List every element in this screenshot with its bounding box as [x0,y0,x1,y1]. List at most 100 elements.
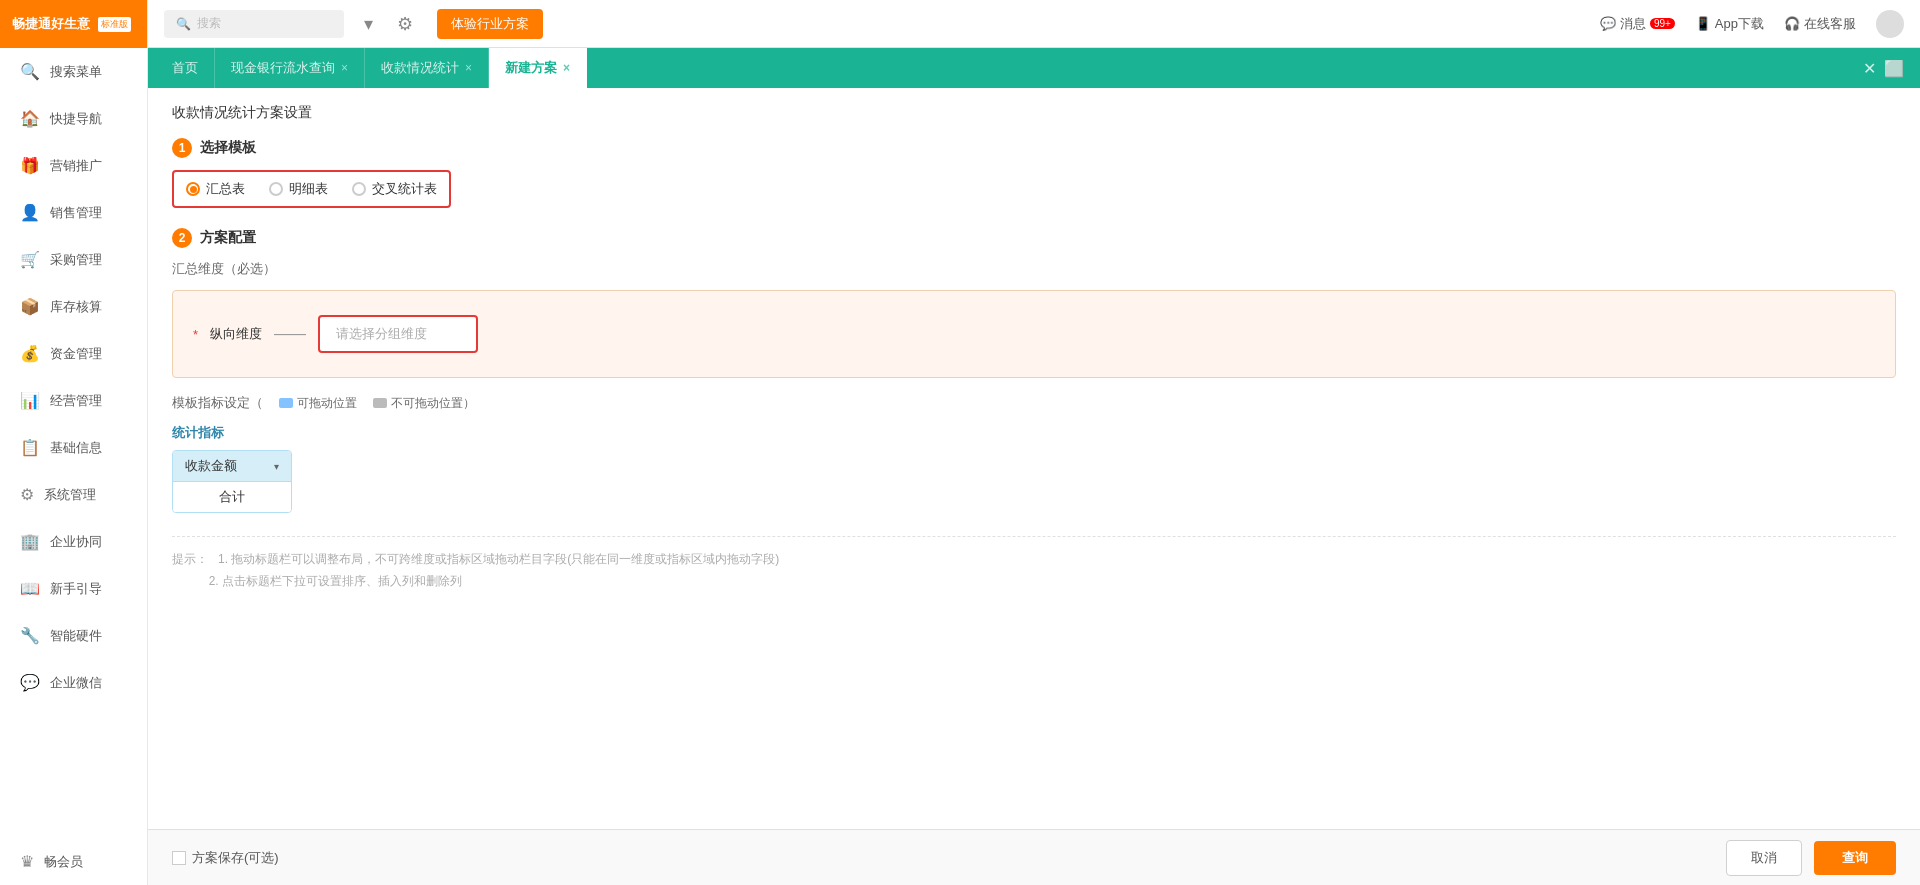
service-label: 在线客服 [1804,15,1856,33]
draggable-badge: 可拖动位置 [279,395,357,412]
dimension-selector[interactable]: 请选择分组维度 [318,315,478,353]
chevron-down-icon[interactable]: ▾ [274,461,279,472]
building-icon: 🏢 [20,532,40,551]
tab-home[interactable]: 首页 [156,48,215,88]
dimension-placeholder: 请选择分组维度 [336,326,427,341]
bottom-bar: 方案保存(可选) 取消 查询 [148,829,1920,885]
crown-icon: ♛ [20,852,34,871]
sidebar-item-label: 营销推广 [50,157,102,175]
cancel-button[interactable]: 取消 [1726,840,1802,876]
download-button[interactable]: 📱 App下载 [1695,15,1764,33]
settings-icon[interactable]: ⚙ [393,9,417,39]
sidebar-item-label: 新手引导 [50,580,102,598]
gear-icon: ⚙ [20,485,34,504]
download-label: App下载 [1715,15,1764,33]
sidebar-item-purchase[interactable]: 🛒 采购管理 [0,236,147,283]
message-button[interactable]: 💬 消息 99+ [1600,15,1675,33]
headset-icon: 🎧 [1784,16,1800,31]
trial-button[interactable]: 体验行业方案 [437,9,543,39]
required-mark: * [193,327,198,342]
sidebar-item-label: 销售管理 [50,204,102,222]
dropdown-icon[interactable]: ▾ [360,9,377,39]
step1-title: 选择模板 [200,139,256,157]
tab-bank-flow[interactable]: 现金银行流水查询 × [215,48,365,88]
radio-summary[interactable]: 汇总表 [186,180,245,198]
sidebar-item-enterprise-wechat[interactable]: 💬 企业微信 [0,659,147,706]
sidebar-item-system[interactable]: ⚙ 系统管理 [0,471,147,518]
sidebar-item-operations[interactable]: 📊 经营管理 [0,377,147,424]
sidebar-item-label: 企业协同 [50,533,102,551]
user-icon: 👤 [20,203,40,222]
sidebar-item-label: 快捷导航 [50,110,102,128]
query-button[interactable]: 查询 [1814,841,1896,875]
tips-section: 提示： 1. 拖动标题栏可以调整布局，不可跨维度或指标区域拖动栏目字段(只能在同… [172,536,1896,592]
sidebar-item-label: 系统管理 [44,486,96,504]
logo-text: 畅捷通好生意 [12,15,90,33]
page-content-area: 收款情况统计方案设置 1 选择模板 汇总表 明细表 [148,88,1920,885]
sidebar: 畅捷通好生意 标准版 🔍 搜索菜单 🏠 快捷导航 🎁 营销推广 👤 销售管理 🛒… [0,0,148,885]
sidebar-item-smart-hardware[interactable]: 🔧 智能硬件 [0,612,147,659]
save-checkbox[interactable] [172,851,186,865]
metrics-table: 收款金额 ▾ 合计 [172,450,292,513]
sidebar-item-label: 企业微信 [50,674,102,692]
step1-header: 1 选择模板 [172,138,1896,158]
tab-bank-flow-close[interactable]: × [341,61,348,75]
metrics-column-header: 收款金额 [185,457,237,475]
step2-section: 2 方案配置 汇总维度（必选） * 纵向维度 —— 请选择分组维度 [172,228,1896,592]
service-button[interactable]: 🎧 在线客服 [1784,15,1856,33]
radio-detail-circle [269,182,283,196]
non-draggable-icon [373,398,387,408]
search-placeholder: 搜索 [197,15,221,32]
radio-cross[interactable]: 交叉统计表 [352,180,437,198]
tab-collection-stats-close[interactable]: × [465,61,472,75]
sidebar-item-beginner-guide[interactable]: 📖 新手引导 [0,565,147,612]
tip-item-1: 1. 拖动标题栏可以调整布局，不可跨维度或指标区域拖动栏目字段(只能在同一维度或… [218,552,779,566]
expand-window-icon[interactable]: ⬜ [1884,59,1904,78]
tab-new-plan[interactable]: 新建方案 × [489,48,587,88]
step1-number: 1 [172,138,192,158]
radio-summary-label: 汇总表 [206,180,245,198]
radio-detail[interactable]: 明细表 [269,180,328,198]
search-icon: 🔍 [176,17,191,31]
sidebar-item-base-info[interactable]: 📋 基础信息 [0,424,147,471]
tab-home-label: 首页 [172,59,198,77]
save-option[interactable]: 方案保存(可选) [172,849,279,867]
step2-header: 2 方案配置 [172,228,1896,248]
sidebar-item-sales[interactable]: 👤 销售管理 [0,189,147,236]
sidebar-item-search-menu[interactable]: 🔍 搜索菜单 [0,48,147,95]
radio-cross-circle [352,182,366,196]
tab-new-plan-close[interactable]: × [563,61,570,75]
sidebar-item-enterprise-collab[interactable]: 🏢 企业协同 [0,518,147,565]
dimension-row: * 纵向维度 —— 请选择分组维度 [193,315,1875,353]
message-label: 消息 [1620,15,1646,33]
sidebar-item-label: 智能硬件 [50,627,102,645]
step1-section: 1 选择模板 汇总表 明细表 交叉统计表 [172,138,1896,208]
tab-actions: ✕ ⬜ [1863,59,1912,78]
user-avatar[interactable] [1876,10,1904,38]
chart-icon: 📊 [20,391,40,410]
tips-spacer [172,574,205,588]
dimension-section-label: 汇总维度（必选） [172,260,1896,278]
main-area: 🔍 搜索 ▾ ⚙ 体验行业方案 💬 消息 99+ 📱 App下载 🎧 在线客服 [148,0,1920,885]
sidebar-item-marketing[interactable]: 🎁 营销推广 [0,142,147,189]
sidebar-item-inventory[interactable]: 📦 库存核算 [0,283,147,330]
tab-collection-stats[interactable]: 收款情况统计 × [365,48,489,88]
tips-title: 提示： [172,552,215,566]
message-icon: 💬 [1600,16,1616,31]
sidebar-item-finance[interactable]: 💰 资金管理 [0,330,147,377]
sidebar-item-member[interactable]: ♛ 畅会员 [0,838,147,885]
sidebar-item-quick-nav[interactable]: 🏠 快捷导航 [0,95,147,142]
sidebar-item-label: 搜索菜单 [50,63,102,81]
metrics-table-header[interactable]: 收款金额 ▾ [173,451,291,482]
sidebar-item-label: 库存核算 [50,298,102,316]
topbar: 🔍 搜索 ▾ ⚙ 体验行业方案 💬 消息 99+ 📱 App下载 🎧 在线客服 [148,0,1920,48]
metrics-category-label: 统计指标 [172,424,1896,442]
topbar-search[interactable]: 🔍 搜索 [164,10,344,38]
money-icon: 💰 [20,344,40,363]
metrics-table-row: 合计 [173,482,291,512]
sidebar-item-label: 经营管理 [50,392,102,410]
sidebar-logo: 畅捷通好生意 标准版 [0,0,147,48]
step2-title: 方案配置 [200,229,256,247]
radio-cross-label: 交叉统计表 [372,180,437,198]
close-window-icon[interactable]: ✕ [1863,59,1876,78]
